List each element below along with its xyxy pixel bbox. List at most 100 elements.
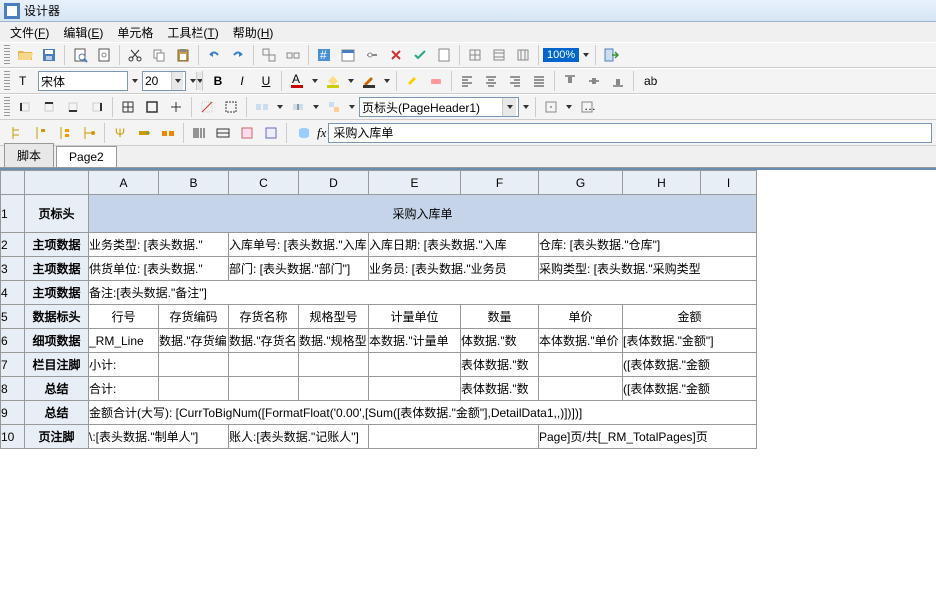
cell[interactable] [539, 377, 623, 401]
align-center-button[interactable] [480, 70, 502, 92]
comp2-icon[interactable] [133, 122, 155, 144]
redo-icon[interactable] [227, 44, 249, 66]
cell[interactable] [369, 353, 461, 377]
band-more-icon[interactable]: … [576, 96, 598, 118]
new-page-icon[interactable] [433, 44, 455, 66]
font-name-dropdown[interactable] [130, 70, 140, 92]
border-inner-icon[interactable] [165, 96, 187, 118]
cell[interactable]: 规格型号 [299, 305, 369, 329]
band-header[interactable]: 主项数据 [25, 233, 89, 257]
cell[interactable] [229, 377, 299, 401]
split-icon[interactable] [287, 96, 309, 118]
band-header[interactable]: 主项数据 [25, 257, 89, 281]
cell[interactable]: ([表体数据."金额 [623, 353, 757, 377]
valign-middle-button[interactable] [583, 70, 605, 92]
row-header[interactable]: 4 [1, 281, 25, 305]
row-header[interactable]: 7 [1, 353, 25, 377]
band-header[interactable]: 总结 [25, 377, 89, 401]
row-header[interactable]: 6 [1, 329, 25, 353]
calendar-icon[interactable] [337, 44, 359, 66]
band-header[interactable]: 数据标头 [25, 305, 89, 329]
cell[interactable]: 金额 [623, 305, 757, 329]
font-size-dropdown[interactable] [188, 70, 198, 92]
cell[interactable] [539, 353, 623, 377]
cell[interactable]: 金额合计(大写): [CurrToBigNum([FormatFloat('0.… [89, 401, 757, 425]
border-top-icon[interactable] [38, 96, 60, 118]
eraser-icon[interactable] [425, 70, 447, 92]
cell[interactable]: [表体数据."金额"] [623, 329, 757, 353]
row-header[interactable]: 10 [1, 425, 25, 449]
paste-icon[interactable] [172, 44, 194, 66]
border-dashed-icon[interactable] [220, 96, 242, 118]
more-comp-icon[interactable] [260, 122, 282, 144]
barcode-icon[interactable] [188, 122, 210, 144]
align-left-button[interactable] [456, 70, 478, 92]
preview-icon[interactable] [69, 44, 91, 66]
save-icon[interactable] [38, 44, 60, 66]
cell[interactable] [229, 353, 299, 377]
cell[interactable] [159, 377, 229, 401]
design-canvas[interactable]: ABCDEFGHI1页标头采购入库单2主项数据业务类型: [表头数据."入库单号… [0, 168, 936, 614]
column-header[interactable] [25, 171, 89, 195]
border-right-icon[interactable] [86, 96, 108, 118]
tree3-icon[interactable] [54, 122, 76, 144]
db-field-icon[interactable] [293, 122, 315, 144]
band-header[interactable]: 页标头 [25, 195, 89, 233]
band-header[interactable]: 页注脚 [25, 425, 89, 449]
band-combo-input[interactable] [362, 98, 502, 116]
font-size-input[interactable] [145, 72, 171, 90]
cell[interactable]: 入库日期: [表头数据."入库 [369, 233, 539, 257]
cell[interactable]: \:[表头数据."制单人"] [89, 425, 229, 449]
cell[interactable]: 部门: [表头数据."部门"] [229, 257, 369, 281]
toolbar-grip[interactable] [4, 71, 10, 91]
join-cells-icon[interactable] [251, 96, 273, 118]
menu-item[interactable]: 文件(F) [4, 22, 55, 43]
band-header[interactable]: 主项数据 [25, 281, 89, 305]
cell[interactable]: 小计: [89, 353, 159, 377]
group-icon[interactable] [258, 44, 280, 66]
cell[interactable]: 计量单位 [369, 305, 461, 329]
cell[interactable]: 数据."规格型 [299, 329, 369, 353]
valign-bottom-button[interactable] [607, 70, 629, 92]
tab[interactable]: 脚本 [4, 143, 54, 167]
band-dropdown[interactable] [521, 96, 531, 118]
cell[interactable]: 体数据."数 [461, 329, 539, 353]
check-icon[interactable] [409, 44, 431, 66]
cell[interactable]: 采购类型: [表头数据."采购类型 [539, 257, 757, 281]
cell[interactable]: 本体数据."单价 [539, 329, 623, 353]
column-header[interactable]: D [299, 171, 369, 195]
column-header[interactable]: E [369, 171, 461, 195]
menu-item[interactable]: 帮助(H) [227, 22, 280, 43]
column-header[interactable]: I [701, 171, 757, 195]
tree1-icon[interactable] [6, 122, 28, 144]
menu-item[interactable]: 工具栏(T) [161, 22, 224, 43]
table-insert-icon[interactable] [212, 122, 234, 144]
options-icon[interactable] [361, 44, 383, 66]
grid3-icon[interactable] [512, 44, 534, 66]
cell[interactable] [299, 377, 369, 401]
exit-icon[interactable] [600, 44, 622, 66]
text-direction-button[interactable]: ab [638, 70, 660, 92]
undo-icon[interactable] [203, 44, 225, 66]
column-header[interactable] [1, 171, 25, 195]
cell[interactable]: 仓库: [表头数据."仓库"] [539, 233, 757, 257]
cell[interactable]: 存货编码 [159, 305, 229, 329]
cell[interactable] [369, 377, 461, 401]
border-none-icon[interactable] [196, 96, 218, 118]
copy-icon[interactable] [148, 44, 170, 66]
report-grid[interactable]: ABCDEFGHI1页标头采购入库单2主项数据业务类型: [表头数据."入库单号… [0, 170, 757, 449]
cell[interactable] [369, 425, 539, 449]
border-outer-icon[interactable] [141, 96, 163, 118]
cell[interactable] [299, 353, 369, 377]
border-all-icon[interactable] [117, 96, 139, 118]
formula-bar[interactable]: 采购入库单 [328, 123, 932, 143]
toolbar-grip[interactable] [4, 45, 10, 65]
menu-item[interactable]: 单元格 [111, 22, 159, 43]
font-name-combo[interactable] [38, 71, 128, 91]
toggle-icon[interactable] [323, 96, 345, 118]
tree2-icon[interactable] [30, 122, 52, 144]
cell[interactable]: _RM_Line [89, 329, 159, 353]
delete-icon[interactable] [385, 44, 407, 66]
toolbar-grip[interactable] [4, 97, 10, 117]
cell[interactable]: 入库单号: [表头数据."入库 [229, 233, 369, 257]
